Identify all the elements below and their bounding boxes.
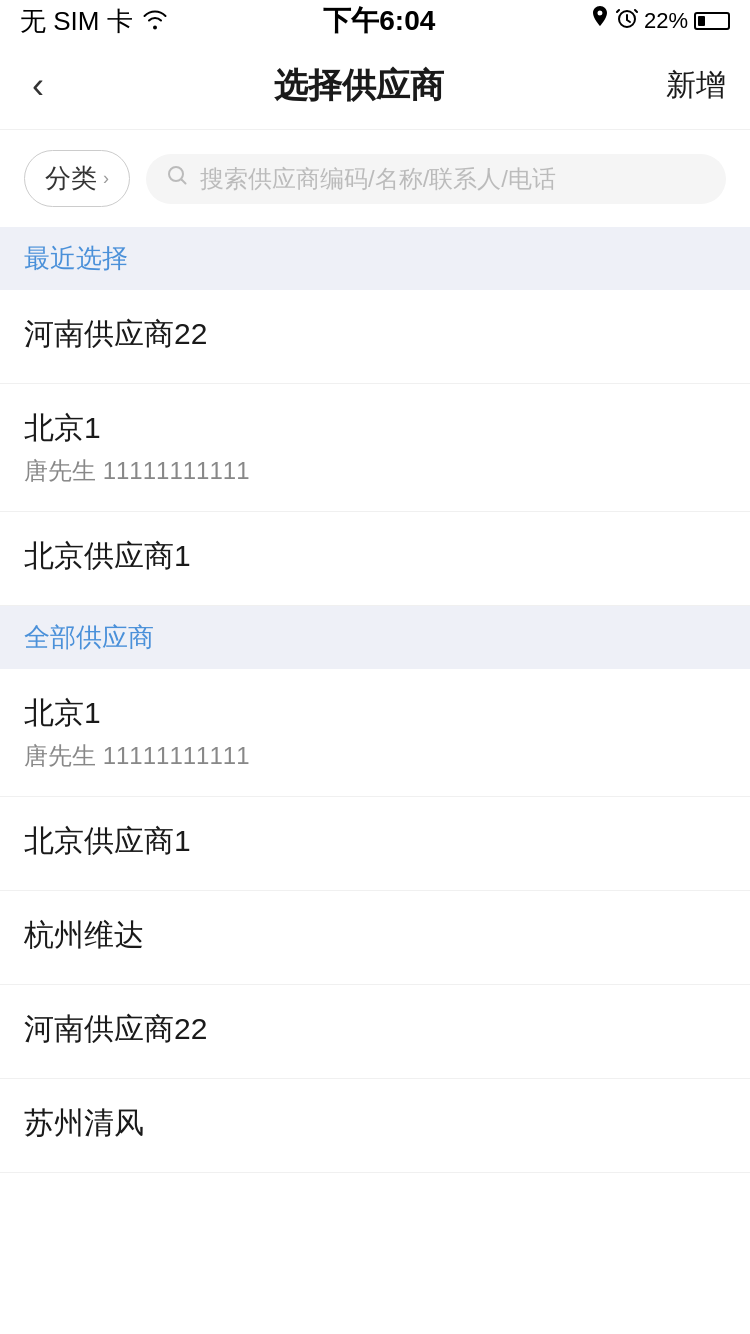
item-name: 河南供应商22 (24, 1009, 726, 1050)
list-item[interactable]: 河南供应商22 (0, 985, 750, 1079)
item-subtitle: 唐先生 11111111111 (24, 455, 726, 487)
category-button[interactable]: 分类 › (24, 150, 130, 207)
battery-icon (694, 12, 730, 30)
item-name: 杭州维达 (24, 915, 726, 956)
recent-section-header: 最近选择 (0, 227, 750, 290)
list-item[interactable]: 北京1 唐先生 11111111111 (0, 384, 750, 512)
item-name: 河南供应商22 (24, 314, 726, 355)
list-item[interactable]: 北京供应商1 (0, 797, 750, 891)
filter-bar: 分类 › (0, 130, 750, 227)
list-item[interactable]: 北京供应商1 (0, 512, 750, 606)
all-section: 全部供应商 北京1 唐先生 11111111111 北京供应商1 杭州维达 河南… (0, 606, 750, 1173)
item-subtitle: 唐先生 11111111111 (24, 740, 726, 772)
alarm-icon (616, 6, 638, 36)
recent-section: 最近选择 河南供应商22 北京1 唐先生 11111111111 北京供应商1 (0, 227, 750, 606)
item-name: 北京1 (24, 693, 726, 734)
item-name: 苏州清风 (24, 1103, 726, 1144)
nav-bar: ‹ 选择供应商 新增 (0, 42, 750, 130)
item-name: 北京供应商1 (24, 536, 726, 577)
status-bar: 无 SIM 卡 下午6:04 22% (0, 0, 750, 42)
search-icon (166, 164, 190, 194)
item-name: 北京1 (24, 408, 726, 449)
item-name: 北京供应商1 (24, 821, 726, 862)
category-label: 分类 (45, 161, 97, 196)
list-item[interactable]: 河南供应商22 (0, 290, 750, 384)
list-item[interactable]: 杭州维达 (0, 891, 750, 985)
list-item[interactable]: 北京1 唐先生 11111111111 (0, 669, 750, 797)
search-box (146, 154, 726, 204)
list-item[interactable]: 苏州清风 (0, 1079, 750, 1173)
wifi-icon (141, 6, 169, 37)
status-time: 下午6:04 (323, 2, 435, 40)
search-input[interactable] (200, 165, 706, 193)
status-right: 22% (590, 6, 730, 36)
location-icon (590, 6, 610, 36)
sim-text: 无 SIM 卡 (20, 4, 133, 39)
chevron-right-icon: › (103, 168, 109, 189)
page-title: 选择供应商 (274, 63, 444, 109)
status-left: 无 SIM 卡 (20, 4, 169, 39)
back-button[interactable]: ‹ (24, 60, 52, 112)
battery-percent: 22% (644, 8, 688, 34)
all-section-title: 全部供应商 (24, 622, 154, 652)
all-section-header: 全部供应商 (0, 606, 750, 669)
add-button[interactable]: 新增 (666, 65, 726, 106)
recent-section-title: 最近选择 (24, 243, 128, 273)
